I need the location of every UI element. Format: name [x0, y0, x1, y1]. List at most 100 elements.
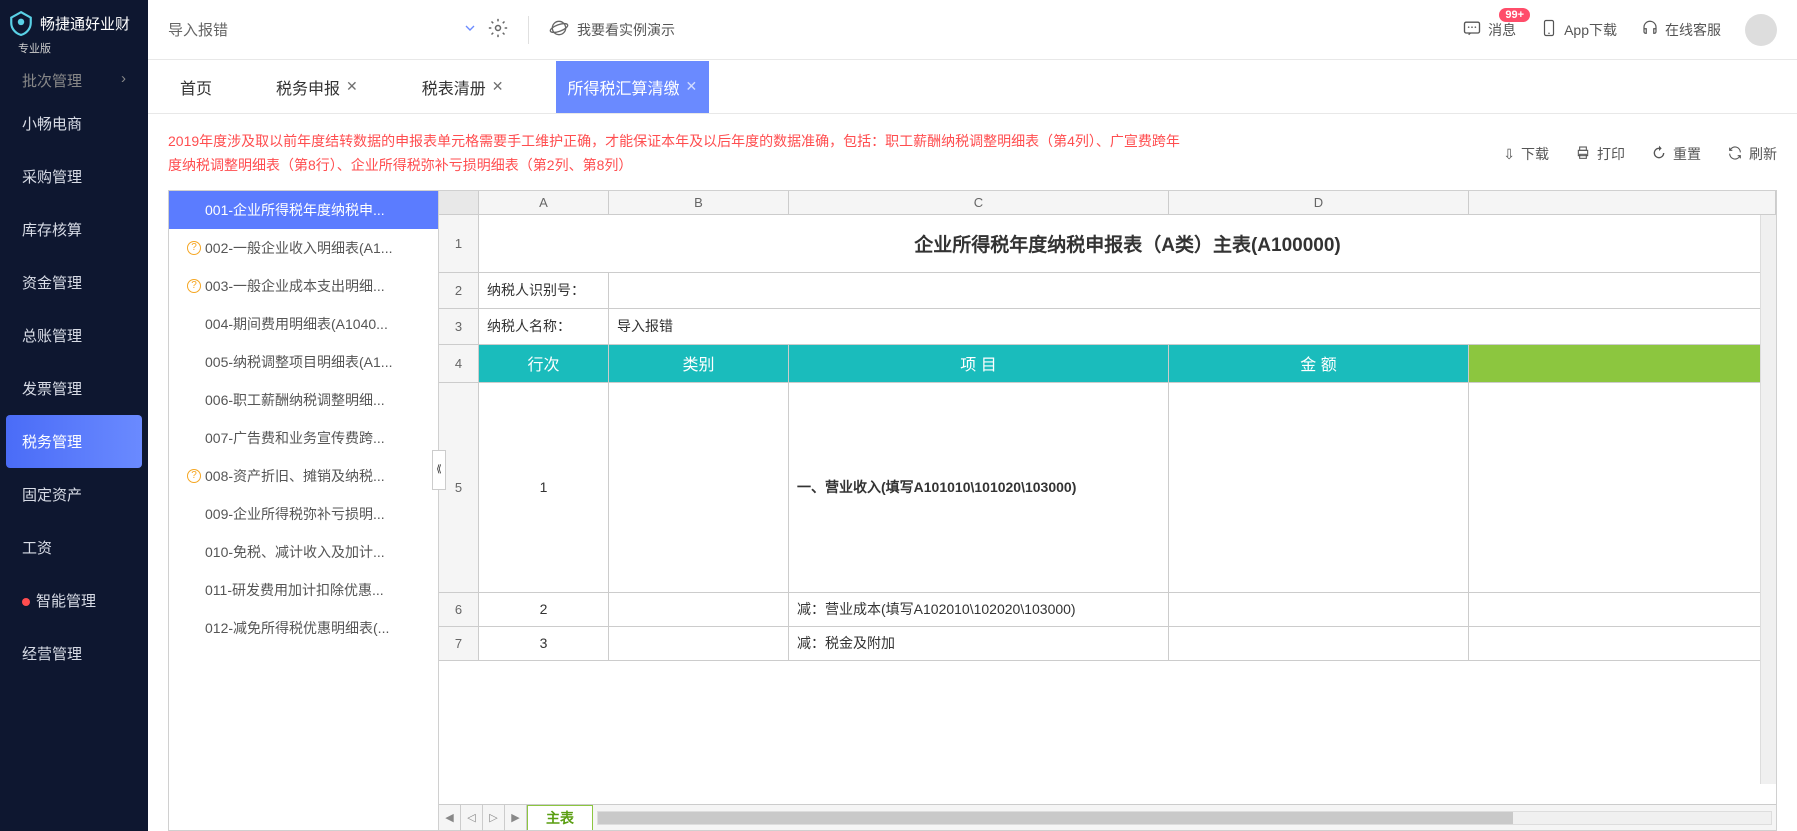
print-icon [1575, 145, 1591, 164]
message-button[interactable]: 消息 99+ [1462, 18, 1516, 41]
download-button[interactable]: ⇩下载 [1503, 144, 1549, 164]
header-cell[interactable]: 行次 [479, 345, 609, 382]
print-button[interactable]: 打印 [1575, 144, 1625, 164]
chevron-down-icon[interactable] [462, 20, 478, 39]
cell[interactable] [1169, 627, 1469, 660]
collapse-handle[interactable]: ⟪ [432, 450, 446, 490]
header-cell[interactable]: 类别 [609, 345, 789, 382]
sidebar-item-2[interactable]: 库存核算 [0, 203, 148, 256]
tab-2[interactable]: 税表清册✕ [410, 61, 516, 113]
tree-item-6[interactable]: 007-广告费和业务宣传费跨... [169, 419, 438, 457]
close-icon[interactable]: ✕ [686, 78, 698, 95]
avatar[interactable] [1745, 14, 1777, 46]
cell[interactable] [609, 273, 789, 308]
tree-item-3[interactable]: 004-期间费用明细表(A1040... [169, 305, 438, 343]
cell[interactable] [609, 627, 789, 660]
row-header[interactable]: 2 [439, 273, 479, 308]
cell[interactable]: 一、营业收入(填写A101010\101020\103000) [789, 383, 1169, 592]
sheet-title[interactable]: 企业所得税年度纳税申报表（A类）主表(A100000) [479, 215, 1776, 272]
cell[interactable]: 减：营业成本(填写A102010\102020\103000) [789, 593, 1169, 626]
sidebar-item-8[interactable]: 工资 [0, 521, 148, 574]
sidebar-item-0[interactable]: 小畅电商 [0, 97, 148, 150]
cell[interactable]: 纳税人名称： [479, 309, 609, 344]
search-box[interactable]: 导入报错 [168, 18, 508, 41]
sidebar-item-label: 工资 [22, 540, 52, 557]
cell[interactable] [1169, 383, 1469, 592]
row-header[interactable]: 1 [439, 215, 479, 272]
sidebar-item-label: 资金管理 [22, 275, 82, 292]
app-download-button[interactable]: App下载 [1540, 19, 1617, 40]
tree-item-9[interactable]: 010-免税、减计收入及加计... [169, 533, 438, 571]
tab-1[interactable]: 税务申报✕ [264, 61, 370, 113]
cell[interactable]: 减：税金及附加 [789, 627, 1169, 660]
cell[interactable] [789, 309, 1169, 344]
demo-link[interactable]: 我要看实例演示 [549, 18, 675, 41]
sheet-nav-first-icon[interactable]: ◀ [439, 805, 461, 831]
row-header[interactable]: 3 [439, 309, 479, 344]
cell[interactable] [1469, 383, 1776, 592]
cell[interactable] [789, 273, 1169, 308]
tree-item-4[interactable]: 005-纳税调整项目明细表(A1... [169, 343, 438, 381]
close-icon[interactable]: ✕ [346, 78, 358, 95]
tree-item-0[interactable]: 001-企业所得税年度纳税申... [169, 191, 438, 229]
tree-item-2[interactable]: ?003-一般企业成本支出明细... [169, 267, 438, 305]
cell[interactable]: 3 [479, 627, 609, 660]
tree-item-11[interactable]: 012-减免所得税优惠明细表(... [169, 609, 438, 647]
cell[interactable] [1469, 273, 1776, 308]
header-cell[interactable]: 项 目 [789, 345, 1169, 382]
cell[interactable] [1469, 593, 1776, 626]
tree-item-8[interactable]: 009-企业所得税弥补亏损明... [169, 495, 438, 533]
gear-icon[interactable] [488, 18, 508, 41]
edition-label: 专业版 [0, 40, 148, 64]
col-header-a[interactable]: A [479, 191, 609, 214]
cell[interactable]: 纳税人识别号： [479, 273, 609, 308]
tree-item-7[interactable]: ?008-资产折旧、摊销及纳税... [169, 457, 438, 495]
sidebar-item-7[interactable]: 固定资产 [0, 468, 148, 521]
cell[interactable] [609, 593, 789, 626]
row-header[interactable]: 7 [439, 627, 479, 660]
tab-0[interactable]: 首页 [168, 61, 224, 113]
refresh-button[interactable]: 刷新 [1727, 144, 1777, 164]
tab-3[interactable]: 所得税汇算清缴✕ [556, 61, 710, 113]
sidebar-item-4[interactable]: 总账管理 [0, 309, 148, 362]
sheet-nav-prev-icon[interactable]: ◁ [461, 805, 483, 831]
reset-button[interactable]: 重置 [1651, 144, 1701, 164]
tree-item-5[interactable]: 006-职工薪酬纳税调整明细... [169, 381, 438, 419]
col-header-b[interactable]: B [609, 191, 789, 214]
cell[interactable]: 2 [479, 593, 609, 626]
col-header-c[interactable]: C [789, 191, 1169, 214]
sidebar-item-3[interactable]: 资金管理 [0, 256, 148, 309]
cell[interactable]: 导入报错 [609, 309, 789, 344]
cell[interactable] [1169, 309, 1469, 344]
brand-name: 畅捷通好业财 [40, 13, 130, 34]
service-button[interactable]: 在线客服 [1641, 19, 1721, 40]
close-icon[interactable]: ✕ [492, 78, 504, 95]
row-header[interactable]: 4 [439, 345, 479, 382]
cell[interactable] [1469, 309, 1776, 344]
row-header[interactable]: 6 [439, 593, 479, 626]
tree-item-10[interactable]: 011-研发费用加计扣除优惠... [169, 571, 438, 609]
tree-item-1[interactable]: ?002-一般企业收入明细表(A1... [169, 229, 438, 267]
select-all-corner[interactable] [439, 191, 479, 214]
cell[interactable] [1169, 273, 1469, 308]
sidebar-item-10[interactable]: 经营管理 [0, 627, 148, 680]
table-row: 2 纳税人识别号： [439, 273, 1776, 309]
sidebar-item-1[interactable]: 采购管理 [0, 150, 148, 203]
sidebar-item-6[interactable]: 税务管理 [6, 415, 142, 468]
vertical-scrollbar[interactable] [1760, 215, 1776, 784]
cell[interactable]: 1 [479, 383, 609, 592]
sheet-nav-next-icon[interactable]: ▷ [483, 805, 505, 831]
sidebar-item-partial[interactable]: 批次管理 › [0, 64, 148, 97]
sidebar-item-5[interactable]: 发票管理 [0, 362, 148, 415]
cell[interactable] [609, 383, 789, 592]
col-header-extra[interactable] [1469, 191, 1776, 214]
cell[interactable] [1469, 627, 1776, 660]
header-cell[interactable]: 金 额 [1169, 345, 1469, 382]
sidebar-item-9[interactable]: 智能管理 [0, 574, 148, 627]
cell[interactable] [1169, 593, 1469, 626]
header-cell[interactable] [1469, 345, 1776, 382]
sheet-nav-last-icon[interactable]: ▶ [505, 805, 527, 831]
col-header-d[interactable]: D [1169, 191, 1469, 214]
horizontal-scrollbar[interactable] [597, 811, 1772, 825]
sheet-tab[interactable]: 主表 [527, 805, 593, 830]
